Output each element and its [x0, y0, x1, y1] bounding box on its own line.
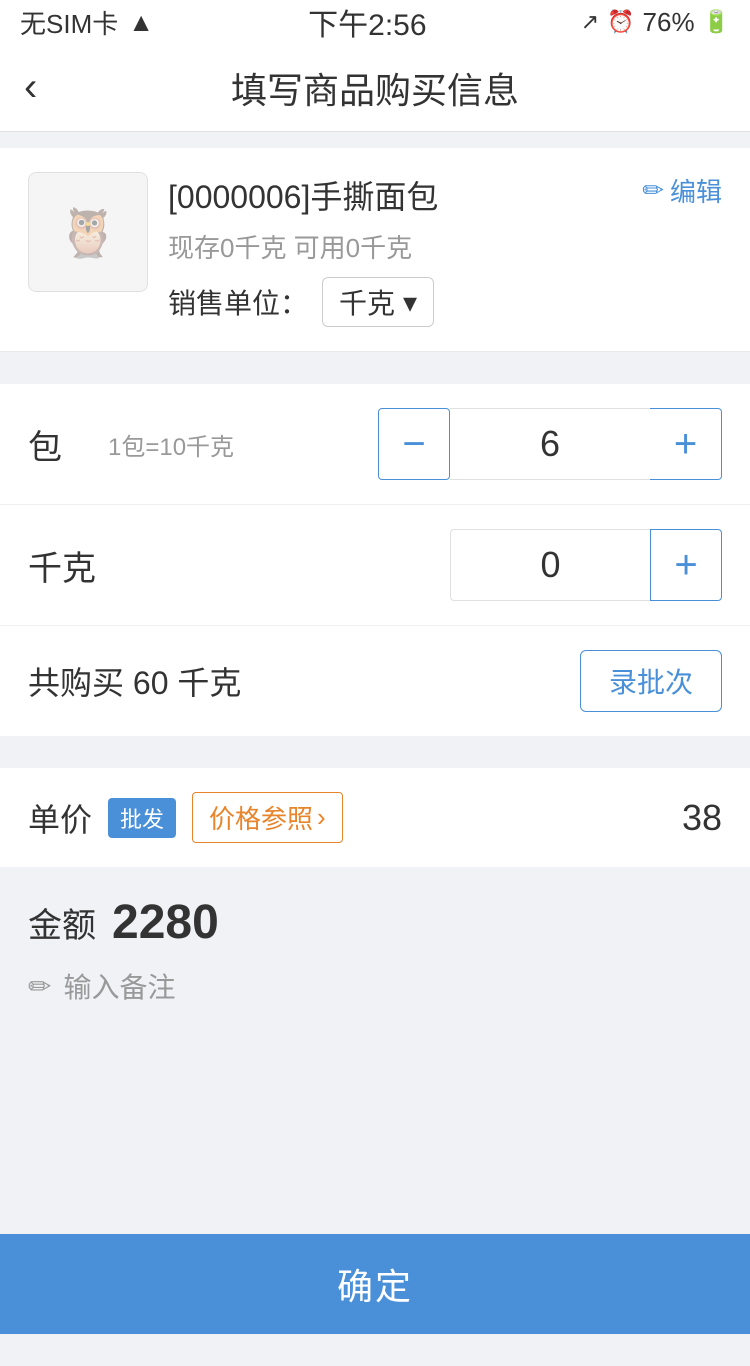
unit-label: 销售单位：	[168, 282, 308, 322]
bag-qty-row: 包 1包=10千克 − +	[0, 384, 750, 505]
edit-button[interactable]: ✏ 编辑	[642, 172, 722, 209]
status-time: 下午2:56	[308, 0, 426, 44]
edit-icon: ✏	[642, 175, 664, 206]
kg-qty-controls: +	[450, 529, 722, 601]
unit-value: 千克	[339, 282, 395, 322]
unit-selector[interactable]: 千克 ▾	[322, 277, 434, 327]
summary-text: 共购买 60 千克	[28, 658, 241, 704]
amount-label: 金额	[28, 898, 96, 947]
bag-qty-input[interactable]	[450, 408, 650, 480]
separator-1	[0, 352, 750, 368]
product-name: [0000006]手撕面包	[168, 172, 438, 218]
price-ref-button[interactable]: 价格参照 ›	[192, 792, 343, 843]
amount-row: 金额 2280	[28, 895, 722, 950]
remark-placeholder: 输入备注	[63, 966, 175, 1006]
price-section: 单价 批发 价格参照 › 38	[0, 768, 750, 867]
status-left: 无SIM卡 ▲	[20, 4, 154, 41]
alarm-icon: ⏰	[607, 9, 634, 35]
chevron-down-icon: ▾	[403, 286, 417, 319]
bag-label: 包	[28, 420, 108, 469]
price-value: 38	[682, 797, 722, 839]
kg-plus-button[interactable]: +	[650, 529, 722, 601]
separator-2	[0, 736, 750, 752]
status-bar: 无SIM卡 ▲ 下午2:56 ↗ ⏰ 76% 🔋	[0, 0, 750, 44]
kg-qty-input[interactable]	[450, 529, 650, 601]
confirm-button[interactable]: 确定	[0, 1234, 750, 1334]
location-icon: ↗	[581, 9, 599, 35]
battery-label: 76%	[643, 7, 695, 38]
bag-minus-button[interactable]: −	[378, 408, 450, 480]
carrier-label: 无SIM卡	[20, 4, 118, 41]
pencil-icon: ✏	[28, 970, 51, 1003]
page-title: 填写商品购买信息	[231, 62, 519, 114]
amount-value: 2280	[112, 895, 219, 950]
quantity-section: 包 1包=10千克 − + 千克 +	[0, 384, 750, 625]
kg-label: 千克	[28, 541, 450, 590]
bag-sublabel: 1包=10千克	[108, 427, 378, 462]
nav-bar: ‹ 填写商品购买信息	[0, 44, 750, 132]
summary-section: 共购买 60 千克 录批次	[0, 625, 750, 736]
product-info: [0000006]手撕面包 ✏ 编辑 现存0千克 可用0千克 销售单位： 千克 …	[168, 172, 722, 327]
product-stock: 现存0千克 可用0千克	[168, 228, 722, 265]
wifi-icon: ▲	[128, 7, 154, 38]
price-label: 单价	[28, 795, 92, 841]
edit-label: 编辑	[670, 172, 722, 209]
product-section: 🦉 [0000006]手撕面包 ✏ 编辑 现存0千克 可用0千克 销售单位： 千…	[0, 148, 750, 352]
product-unit-row: 销售单位： 千克 ▾	[168, 277, 722, 327]
bag-plus-button[interactable]: +	[650, 408, 722, 480]
status-right: ↗ ⏰ 76% 🔋	[581, 7, 730, 38]
battery-icon: 🔋	[703, 9, 730, 35]
remark-row[interactable]: ✏ 输入备注	[28, 966, 722, 1026]
product-header-row: [0000006]手撕面包 ✏ 编辑	[168, 172, 722, 228]
product-thumbnail: 🦉	[28, 172, 148, 292]
price-row: 单价 批发 价格参照 › 38	[0, 768, 750, 867]
kg-qty-row: 千克 +	[0, 505, 750, 625]
price-tag: 批发	[108, 798, 176, 838]
product-thumb-icon: 🦉	[58, 204, 118, 261]
batch-button[interactable]: 录批次	[580, 650, 722, 712]
amount-section: 金额 2280 ✏ 输入备注	[0, 867, 750, 1026]
price-ref-label: 价格参照	[209, 799, 313, 836]
price-ref-arrow-icon: ›	[317, 802, 326, 833]
back-button[interactable]: ‹	[24, 65, 37, 110]
bag-qty-controls: − +	[378, 408, 722, 480]
